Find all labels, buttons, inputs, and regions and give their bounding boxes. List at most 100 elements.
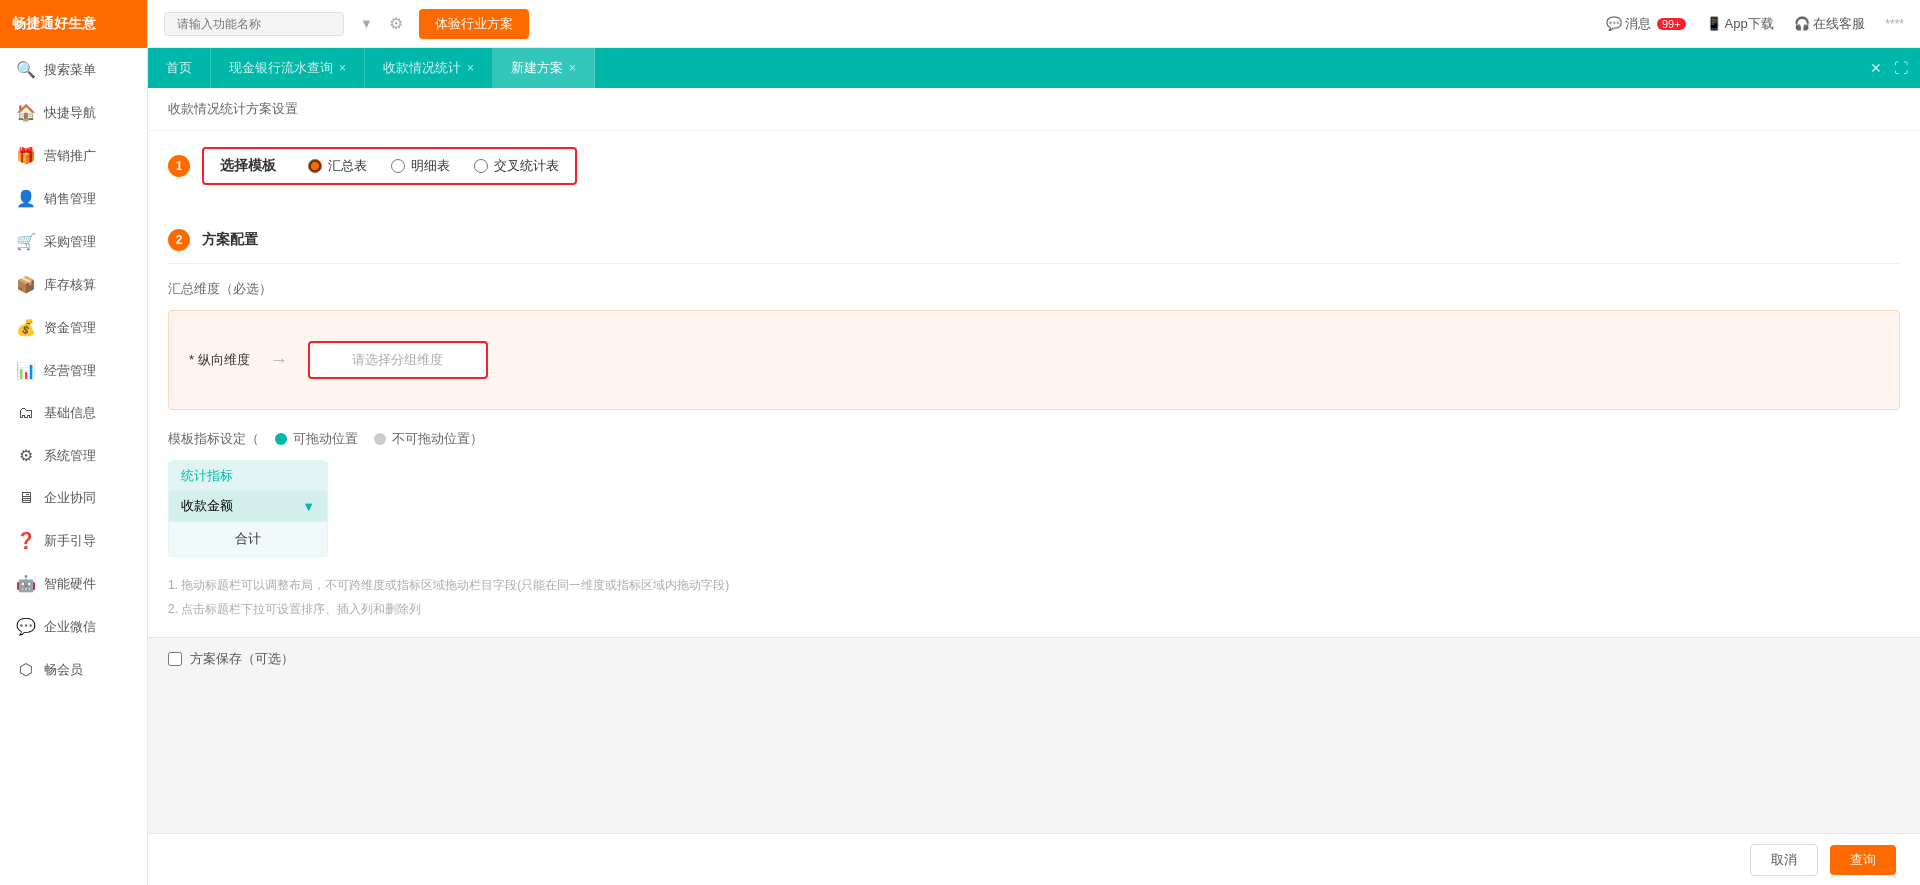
save-checkbox[interactable] bbox=[168, 652, 182, 666]
content-inner: 收款情况统计方案设置 1 选择模板 汇总表 明细表 bbox=[148, 88, 1920, 680]
indicator-col-dropdown-icon[interactable]: ▼ bbox=[302, 499, 315, 514]
nav-tab-actions: ✕ ⛶ bbox=[1858, 48, 1920, 88]
message-label: 消息 bbox=[1625, 16, 1651, 31]
sidebar: 畅捷通好生意 🔍 搜索菜单 🏠 快捷导航 🎁 营销推广 👤 销售管理 🛒 采购管… bbox=[0, 0, 148, 885]
tip-1-text: 1. 拖动标题栏可以调整布局，不可跨维度或指标区域拖动栏目字段(只能在同一维度或… bbox=[168, 573, 729, 597]
step1-label: 选择模板 bbox=[220, 157, 276, 175]
radio-detail-input[interactable] bbox=[391, 159, 405, 173]
sidebar-item-label: 经营管理 bbox=[44, 362, 96, 380]
fixed-label: 不可拖动位置） bbox=[392, 430, 483, 448]
tip-2: 2. 点击标题栏下拉可设置排序、插入列和删除列 bbox=[168, 597, 1900, 621]
sidebar-item-label: 企业微信 bbox=[44, 618, 96, 636]
tab-close-payment-stats[interactable]: × bbox=[467, 61, 474, 75]
movable-dot bbox=[275, 433, 287, 445]
sidebar-item-purchase[interactable]: 🛒 采购管理 bbox=[0, 220, 147, 263]
tip-2-text: 2. 点击标题栏下拉可设置排序、插入列和删除列 bbox=[168, 597, 421, 621]
dropdown-icon[interactable]: ▼ bbox=[360, 16, 373, 31]
purchase-icon: 🛒 bbox=[16, 232, 36, 251]
sidebar-item-operations[interactable]: 📊 经营管理 bbox=[0, 349, 147, 392]
quick-nav-icon: 🏠 bbox=[16, 103, 36, 122]
tab-payment-stats[interactable]: 收款情况统计 × bbox=[365, 48, 493, 88]
query-button[interactable]: 查询 bbox=[1830, 845, 1896, 875]
radio-detail-label: 明细表 bbox=[411, 157, 450, 175]
sidebar-item-label: 营销推广 bbox=[44, 147, 96, 165]
sidebar-item-hardware[interactable]: 🤖 智能硬件 bbox=[0, 562, 147, 605]
tab-new-plan[interactable]: 新建方案 × bbox=[493, 48, 595, 88]
radio-summary[interactable]: 汇总表 bbox=[308, 157, 367, 175]
dimension-title: 汇总维度（必选） bbox=[168, 280, 1900, 298]
sales-icon: 👤 bbox=[16, 189, 36, 208]
breadcrumb: 收款情况统计方案设置 bbox=[168, 101, 298, 116]
topbar-right: 💬 消息 99+ 📱 App下载 🎧 在线客服 **** bbox=[1606, 15, 1904, 33]
sidebar-item-inventory[interactable]: 📦 库存核算 bbox=[0, 263, 147, 306]
tips-area: 1. 拖动标题栏可以调整布局，不可跨维度或指标区域拖动栏目字段(只能在同一维度或… bbox=[168, 573, 1900, 621]
radio-detail[interactable]: 明细表 bbox=[391, 157, 450, 175]
step2-badge: 2 bbox=[168, 229, 190, 251]
sidebar-item-wechat[interactable]: 💬 企业微信 bbox=[0, 605, 147, 648]
trial-button[interactable]: 体验行业方案 bbox=[419, 9, 529, 39]
sidebar-item-label: 智能硬件 bbox=[44, 575, 96, 593]
online-support[interactable]: 🎧 在线客服 bbox=[1794, 15, 1866, 33]
save-section: 方案保存（可选） bbox=[148, 637, 1920, 680]
tab-bank-flow[interactable]: 现金银行流水查询 × bbox=[211, 48, 365, 88]
logo-text: 畅捷通好生意 bbox=[12, 15, 96, 33]
sidebar-item-label: 企业协同 bbox=[44, 489, 96, 507]
enterprise-icon: 🖥 bbox=[16, 489, 36, 507]
gear-icon[interactable]: ⚙ bbox=[389, 14, 403, 33]
sidebar-item-label: 快捷导航 bbox=[44, 104, 96, 122]
sidebar-item-label: 系统管理 bbox=[44, 447, 96, 465]
step2-label: 方案配置 bbox=[202, 231, 258, 249]
hardware-icon: 🤖 bbox=[16, 574, 36, 593]
save-label: 方案保存（可选） bbox=[190, 650, 294, 668]
sidebar-item-label: 搜索菜单 bbox=[44, 61, 96, 79]
finance-icon: 💰 bbox=[16, 318, 36, 337]
dimension-select[interactable]: 请选择分组维度 bbox=[308, 341, 488, 379]
step2-section: 2 方案配置 汇总维度（必选） * 纵向维度 → 请选择分组维度 模板指标设定（ bbox=[148, 217, 1920, 637]
template-options: 选择模板 汇总表 明细表 交叉统计表 bbox=[202, 147, 577, 185]
sidebar-item-search-menu[interactable]: 🔍 搜索菜单 bbox=[0, 48, 147, 91]
movable-label: 可拖动位置 bbox=[293, 430, 358, 448]
sidebar-item-newbie[interactable]: ❓ 新手引导 bbox=[0, 519, 147, 562]
sidebar-item-system[interactable]: ⚙ 系统管理 bbox=[0, 434, 147, 477]
cancel-button[interactable]: 取消 bbox=[1750, 844, 1818, 876]
radio-cross[interactable]: 交叉统计表 bbox=[474, 157, 559, 175]
page-header: 收款情况统计方案设置 bbox=[148, 88, 1920, 131]
sidebar-item-basic-info[interactable]: 🗂 基础信息 bbox=[0, 392, 147, 434]
sidebar-item-label: 资金管理 bbox=[44, 319, 96, 337]
sidebar-item-sales[interactable]: 👤 销售管理 bbox=[0, 177, 147, 220]
basic-info-icon: 🗂 bbox=[16, 404, 36, 422]
movable-toggle: 可拖动位置 bbox=[275, 430, 358, 448]
wechat-icon: 💬 bbox=[16, 617, 36, 636]
radio-cross-input[interactable] bbox=[474, 159, 488, 173]
step1-header: 1 选择模板 汇总表 明细表 交叉统计表 bbox=[168, 147, 1900, 185]
indicator-col-header[interactable]: 收款金额 ▼ bbox=[169, 491, 327, 521]
radio-cross-label: 交叉统计表 bbox=[494, 157, 559, 175]
sidebar-item-marketing[interactable]: 🎁 营销推广 bbox=[0, 134, 147, 177]
tab-close-bank-flow[interactable]: × bbox=[339, 61, 346, 75]
step1-section: 1 选择模板 汇总表 明细表 交叉统计表 bbox=[148, 131, 1920, 217]
dimension-config: 汇总维度（必选） * 纵向维度 → 请选择分组维度 bbox=[168, 280, 1900, 410]
main-area: ▼ ⚙ 体验行业方案 💬 消息 99+ 📱 App下载 🎧 在线客服 **** … bbox=[148, 0, 1920, 885]
sidebar-item-label: 销售管理 bbox=[44, 190, 96, 208]
marketing-icon: 🎁 bbox=[16, 146, 36, 165]
sidebar-item-quick-nav[interactable]: 🏠 快捷导航 bbox=[0, 91, 147, 134]
sidebar-item-enterprise[interactable]: 🖥 企业协同 bbox=[0, 477, 147, 519]
tab-close-new-plan[interactable]: × bbox=[569, 61, 576, 75]
maximize-icon[interactable]: ⛶ bbox=[1894, 60, 1908, 76]
indicator-header: 模板指标设定（ 可拖动位置 不可拖动位置） bbox=[168, 430, 1900, 448]
search-input[interactable] bbox=[164, 12, 344, 36]
step1-badge: 1 bbox=[168, 155, 190, 177]
topbar: ▼ ⚙ 体验行业方案 💬 消息 99+ 📱 App下载 🎧 在线客服 **** bbox=[148, 0, 1920, 48]
sidebar-item-finance[interactable]: 💰 资金管理 bbox=[0, 306, 147, 349]
step2-header: 2 方案配置 bbox=[168, 217, 1900, 264]
app-download[interactable]: 📱 App下载 bbox=[1706, 15, 1774, 33]
radio-summary-input[interactable] bbox=[308, 159, 322, 173]
indicator-section-label: 统计指标 bbox=[181, 467, 233, 485]
dim-arrow-icon: → bbox=[270, 350, 288, 371]
nav-tabs: 首页 现金银行流水查询 × 收款情况统计 × 新建方案 × ✕ ⛶ bbox=[148, 48, 1920, 88]
tab-home[interactable]: 首页 bbox=[148, 48, 211, 88]
indicator-col-label: 收款金额 bbox=[181, 497, 233, 515]
sidebar-item-member[interactable]: ⬡ 畅会员 bbox=[0, 648, 147, 691]
message-area[interactable]: 💬 消息 99+ bbox=[1606, 15, 1686, 33]
close-window-icon[interactable]: ✕ bbox=[1870, 60, 1882, 76]
